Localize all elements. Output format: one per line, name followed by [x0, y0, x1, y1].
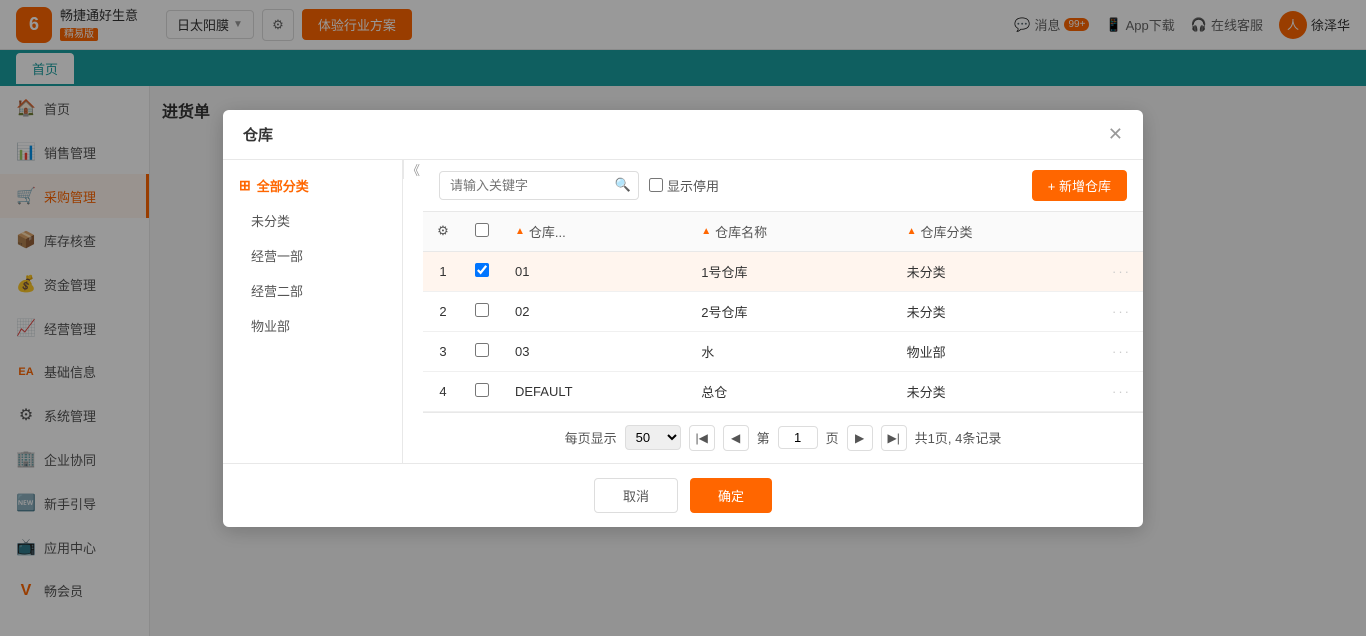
category-item-dept1[interactable]: 经营一部	[223, 238, 402, 273]
sort-icon: ▲	[701, 226, 711, 237]
next-page-button[interactable]: ▶	[847, 425, 873, 451]
row-actions: ···	[1100, 251, 1143, 291]
row-code: DEFAULT	[503, 371, 689, 411]
row-more-button[interactable]: ···	[1112, 384, 1131, 399]
row-checkbox[interactable]	[475, 303, 489, 317]
row-actions: ···	[1100, 291, 1143, 331]
row-actions: ···	[1100, 371, 1143, 411]
row-code: 03	[503, 331, 689, 371]
row-more-button[interactable]: ···	[1112, 304, 1131, 319]
modal-overlay: 仓库 ✕ ⊞ 全部分类 未分类 经营一部 经营二部 物业部 《	[0, 0, 1366, 636]
category-item-property[interactable]: 物业部	[223, 308, 402, 343]
dialog-body: ⊞ 全部分类 未分类 经营一部 经营二部 物业部 《 🔍	[223, 160, 1143, 463]
per-page-select[interactable]: 50 20 100	[625, 425, 681, 450]
category-item-unclassified[interactable]: 未分类	[223, 203, 402, 238]
prev-page-button[interactable]: ◀	[723, 425, 749, 451]
row-num: 3	[423, 331, 463, 371]
category-panel: ⊞ 全部分类 未分类 经营一部 经营二部 物业部	[223, 160, 403, 463]
col-name: ▲ 仓库名称	[689, 212, 894, 252]
row-name: 总仓	[689, 371, 894, 411]
all-categories-button[interactable]: ⊞ 全部分类	[223, 168, 402, 203]
row-checkbox[interactable]	[475, 383, 489, 397]
sort-icon: ▲	[907, 226, 917, 237]
search-input[interactable]	[439, 171, 639, 200]
table-scroll: ⚙ ▲ 仓库...	[423, 212, 1143, 412]
col-actions	[1100, 212, 1143, 252]
col-checkbox	[463, 212, 503, 252]
show-disabled-checkbox[interactable]: 显示停用	[649, 176, 719, 195]
pagination: 每页显示 50 20 100 |◀ ◀ 第 页 ▶ ▶| 共1页, 4条记录	[423, 412, 1143, 463]
search-icon[interactable]: 🔍	[615, 177, 631, 193]
dialog-close-button[interactable]: ✕	[1108, 124, 1123, 145]
sort-icon: ▲	[515, 226, 525, 237]
table-header-row: ⚙ ▲ 仓库...	[423, 212, 1143, 252]
page-number-input[interactable]	[778, 426, 818, 449]
col-code: ▲ 仓库...	[503, 212, 689, 252]
select-all-checkbox[interactable]	[475, 223, 489, 237]
disabled-checkbox[interactable]	[649, 178, 663, 192]
warehouse-dialog: 仓库 ✕ ⊞ 全部分类 未分类 经营一部 经营二部 物业部 《	[223, 110, 1143, 527]
row-checkbox[interactable]	[475, 263, 489, 277]
row-name: 水	[689, 331, 894, 371]
cancel-button[interactable]: 取消	[594, 478, 678, 513]
row-name: 2号仓库	[689, 291, 894, 331]
settings-icon: ⚙	[437, 223, 449, 238]
dialog-title: 仓库	[243, 124, 273, 145]
row-checkbox-cell	[463, 331, 503, 371]
row-checkbox-cell	[463, 251, 503, 291]
row-more-button[interactable]: ···	[1112, 344, 1131, 359]
table-panel: 🔍 显示停用 + 新增仓库 ⚙	[423, 160, 1143, 463]
row-num: 2	[423, 291, 463, 331]
row-actions: ···	[1100, 331, 1143, 371]
row-num: 1	[423, 251, 463, 291]
row-checkbox[interactable]	[475, 343, 489, 357]
row-code: 02	[503, 291, 689, 331]
row-code: 01	[503, 251, 689, 291]
row-checkbox-cell	[463, 371, 503, 411]
row-category: 未分类	[895, 251, 1100, 291]
table-row[interactable]: 4 DEFAULT 总仓 未分类 ···	[423, 371, 1143, 411]
table-row[interactable]: 3 03 水 物业部 ···	[423, 331, 1143, 371]
confirm-button[interactable]: 确定	[690, 478, 772, 513]
table-toolbar: 🔍 显示停用 + 新增仓库	[423, 160, 1143, 212]
row-checkbox-cell	[463, 291, 503, 331]
dialog-header: 仓库 ✕	[223, 110, 1143, 160]
col-settings: ⚙	[423, 212, 463, 252]
category-item-dept2[interactable]: 经营二部	[223, 273, 402, 308]
table-row[interactable]: 1 01 1号仓库 未分类 ···	[423, 251, 1143, 291]
last-page-button[interactable]: ▶|	[881, 425, 907, 451]
search-wrap: 🔍	[439, 171, 639, 200]
col-category: ▲ 仓库分类	[895, 212, 1100, 252]
row-more-button[interactable]: ···	[1112, 264, 1131, 279]
dialog-footer: 取消 确定	[223, 463, 1143, 527]
row-category: 未分类	[895, 291, 1100, 331]
table-row[interactable]: 2 02 2号仓库 未分类 ···	[423, 291, 1143, 331]
warehouse-table: ⚙ ▲ 仓库...	[423, 212, 1143, 412]
row-category: 未分类	[895, 371, 1100, 411]
row-num: 4	[423, 371, 463, 411]
grid-icon: ⊞	[239, 177, 251, 194]
collapse-panel-button[interactable]: 《	[403, 160, 423, 179]
first-page-button[interactable]: |◀	[689, 425, 715, 451]
row-category: 物业部	[895, 331, 1100, 371]
row-name: 1号仓库	[689, 251, 894, 291]
table-body: 1 01 1号仓库 未分类 ··· 2 02 2号仓库 未分类 ··· 3 03…	[423, 251, 1143, 411]
add-warehouse-button[interactable]: + 新增仓库	[1032, 170, 1127, 201]
